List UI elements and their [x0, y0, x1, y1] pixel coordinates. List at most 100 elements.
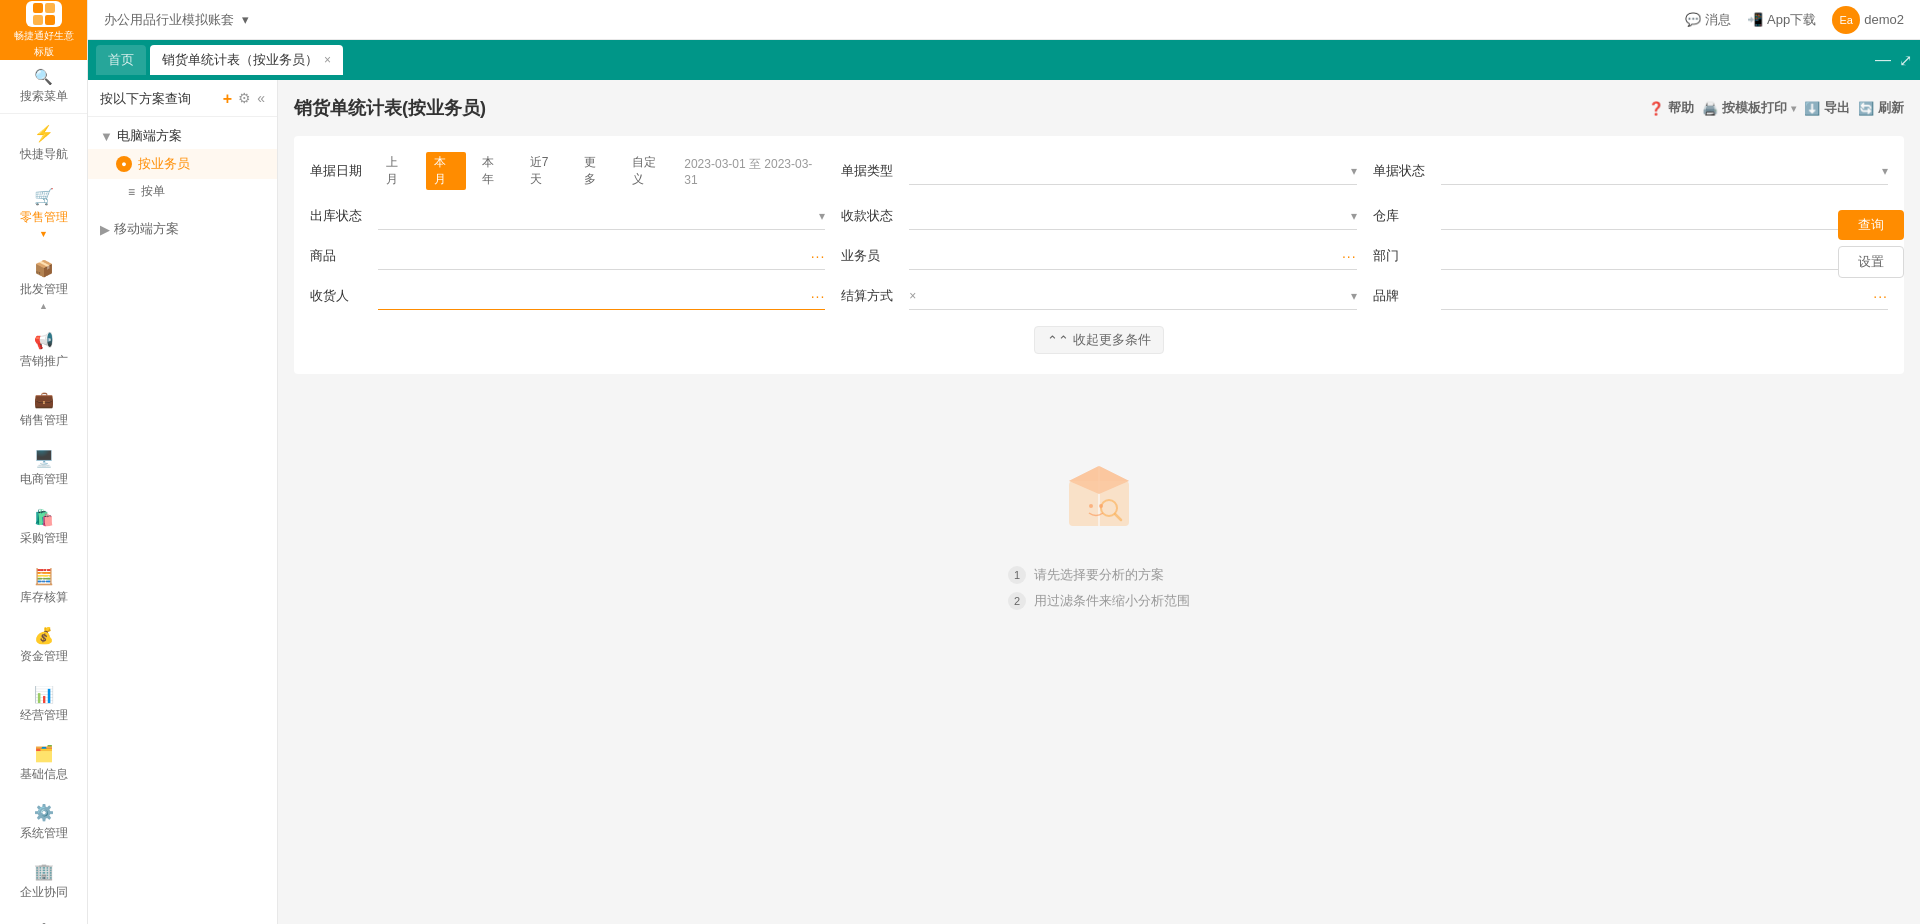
- scheme-item-label-salesman: 按业务员: [138, 155, 190, 173]
- collapse-up-icon: ⌃⌃: [1047, 333, 1069, 348]
- sidebar-item-retail[interactable]: 🛒 零售管理 ▼: [0, 177, 87, 249]
- tab-minimize-btn[interactable]: —: [1875, 51, 1891, 70]
- svg-rect-0: [33, 3, 43, 13]
- app-download-btn[interactable]: 📲 App下载: [1747, 11, 1816, 29]
- ecommerce-icon: 🖥️: [34, 449, 54, 468]
- print-dropdown-icon: ▾: [1791, 103, 1796, 114]
- finance-label: 资金管理: [20, 648, 68, 665]
- export-btn[interactable]: ⬇️ 导出: [1804, 99, 1850, 117]
- goods-label: 商品: [310, 247, 370, 265]
- tab-bar-right: — ⤢: [1875, 51, 1912, 70]
- date-custom-btn[interactable]: 自定义: [624, 152, 676, 190]
- order-scheme-icon: ≡: [128, 185, 135, 199]
- operations-icon: 📊: [34, 685, 54, 704]
- goods-input[interactable]: ···: [378, 242, 825, 270]
- sidebar-item-ecommerce[interactable]: 🖥️ 电商管理: [0, 439, 87, 498]
- sidebar-item-operations[interactable]: 📊 经营管理: [0, 675, 87, 734]
- sidebar-item-newbie[interactable]: 🎓 新手引导: [0, 911, 87, 924]
- refresh-icon: 🔄: [1858, 101, 1874, 116]
- message-btn[interactable]: 💬 消息: [1685, 11, 1731, 29]
- inventory-icon: 🧮: [34, 567, 54, 586]
- doctype-arrow-icon: ▾: [1351, 164, 1357, 178]
- docstatus-select[interactable]: ▾: [1441, 157, 1888, 185]
- svg-rect-2: [33, 15, 43, 25]
- date-year-btn[interactable]: 本年: [474, 152, 514, 190]
- collapse-label: 收起更多条件: [1073, 331, 1151, 349]
- svg-point-11: [1099, 504, 1103, 508]
- scheme-item-salesman[interactable]: ● 按业务员: [88, 149, 277, 179]
- retail-label: 零售管理: [20, 209, 68, 226]
- warehouse-input[interactable]: ···: [1441, 202, 1888, 230]
- date-cur-month-btn[interactable]: 本月: [426, 152, 466, 190]
- sidebar-item-system[interactable]: ⚙️ 系统管理: [0, 793, 87, 852]
- sidebar-item-inventory[interactable]: 🧮 库存核算: [0, 557, 87, 616]
- sidebar-item-wholesale[interactable]: 📦 批发管理 ▲: [0, 249, 87, 321]
- sidebar-item-quicknav[interactable]: ⚡ 快捷导航: [0, 114, 87, 173]
- tab-active[interactable]: 销货单统计表（按业务员） ×: [150, 45, 343, 75]
- salesman-input[interactable]: ···: [909, 242, 1356, 270]
- inventory-label: 库存核算: [20, 589, 68, 606]
- print-icon: 🖨️: [1702, 101, 1718, 116]
- outstatus-select[interactable]: ▾: [378, 202, 825, 230]
- help-btn[interactable]: ❓ 帮助: [1648, 99, 1694, 117]
- collapse-btn[interactable]: ⌃⌃ 收起更多条件: [1034, 326, 1164, 354]
- pc-group-expand-icon: ▼: [100, 129, 113, 144]
- sidebar-item-purchase[interactable]: 🛍️ 采购管理: [0, 498, 87, 557]
- consignee-input[interactable]: ···: [378, 282, 825, 310]
- sidebar-item-enterprise[interactable]: 🏢 企业协同: [0, 852, 87, 911]
- filter-item-dept: 部门 ▾: [1373, 242, 1888, 270]
- sidebar-item-marketing[interactable]: 📢 营销推广: [0, 321, 87, 380]
- goods-dots-icon: ···: [811, 248, 826, 264]
- dept-select[interactable]: ▾: [1441, 242, 1888, 270]
- pc-group-label: 电脑端方案: [117, 127, 182, 145]
- salesman-dots-icon: ···: [1342, 248, 1357, 264]
- settings-scheme-btn[interactable]: ⚙: [238, 90, 251, 108]
- sidebar-item-sales[interactable]: 💼 销售管理: [0, 380, 87, 439]
- collapse-row: ⌃⌃ 收起更多条件: [310, 322, 1888, 358]
- page-title-actions: ❓ 帮助 🖨️ 按模板打印 ▾ ⬇️ 导出 🔄 刷新: [1648, 99, 1904, 117]
- mobile-scheme-group-title[interactable]: ▶ 移动端方案: [88, 216, 277, 242]
- tab-home[interactable]: 首页: [96, 45, 146, 75]
- date-more-btn[interactable]: 更多: [576, 152, 616, 190]
- date-label: 单据日期: [310, 162, 370, 180]
- filter-item-consignee: 收货人 ···: [310, 282, 825, 310]
- add-scheme-btn[interactable]: +: [223, 90, 232, 108]
- query-btn[interactable]: 查询: [1838, 210, 1904, 240]
- paystatus-select[interactable]: ▾: [909, 202, 1356, 230]
- scheme-sub-item-order[interactable]: ≡ 按单: [88, 179, 277, 204]
- collapse-panel-btn[interactable]: «: [257, 90, 265, 108]
- basic-label: 基础信息: [20, 766, 68, 783]
- tab-close-icon[interactable]: ×: [324, 53, 331, 67]
- refresh-btn[interactable]: 🔄 刷新: [1858, 99, 1904, 117]
- date-7days-btn[interactable]: 近7天: [522, 152, 569, 190]
- sidebar-item-basic[interactable]: 🗂️ 基础信息: [0, 734, 87, 793]
- settings-btn[interactable]: 设置: [1838, 246, 1904, 278]
- sidebar-item-finance[interactable]: 💰 资金管理: [0, 616, 87, 675]
- filter-item-warehouse: 仓库 ···: [1373, 202, 1888, 230]
- hint-text-2: 用过滤条件来缩小分析范围: [1034, 592, 1190, 610]
- doctype-select[interactable]: ▾: [909, 157, 1356, 185]
- pc-scheme-group-title[interactable]: ▼ 电脑端方案: [88, 123, 277, 149]
- system-label: 系统管理: [20, 825, 68, 842]
- print-btn[interactable]: 🖨️ 按模板打印 ▾: [1702, 99, 1796, 117]
- settlement-select[interactable]: × ▾: [909, 282, 1356, 310]
- empty-hint-2: 2 用过滤条件来缩小分析范围: [1008, 592, 1190, 610]
- query-btn-group: 查询 设置: [1838, 210, 1904, 278]
- empty-hint-1: 1 请先选择要分析的方案: [1008, 566, 1190, 584]
- brand-input[interactable]: ···: [1441, 282, 1888, 310]
- user-menu-btn[interactable]: Ea demo2: [1832, 6, 1904, 34]
- sidebar-search[interactable]: 🔍 搜索菜单: [0, 60, 87, 114]
- top-header-left: 办公用品行业模拟账套 ▾: [104, 11, 249, 29]
- mobile-expand-icon: ▶: [100, 222, 110, 237]
- industry-dropdown-icon[interactable]: ▾: [242, 12, 249, 27]
- operations-label: 经营管理: [20, 707, 68, 724]
- date-filter-controls: 上月 本月 本年 近7天 更多 自定义 2023-03-01 至 2023-03…: [378, 152, 825, 190]
- empty-icon: [1049, 446, 1149, 546]
- tab-maximize-btn[interactable]: ⤢: [1899, 51, 1912, 70]
- svg-rect-1: [45, 3, 55, 13]
- settlement-clear-btn[interactable]: ×: [909, 289, 916, 303]
- retail-icon: 🛒: [34, 187, 54, 206]
- wholesale-label: 批发管理: [20, 281, 68, 298]
- date-prev-month-btn[interactable]: 上月: [378, 152, 418, 190]
- page-title-row: 销货单统计表(按业务员) ❓ 帮助 🖨️ 按模板打印 ▾ ⬇️ 导出: [294, 96, 1904, 120]
